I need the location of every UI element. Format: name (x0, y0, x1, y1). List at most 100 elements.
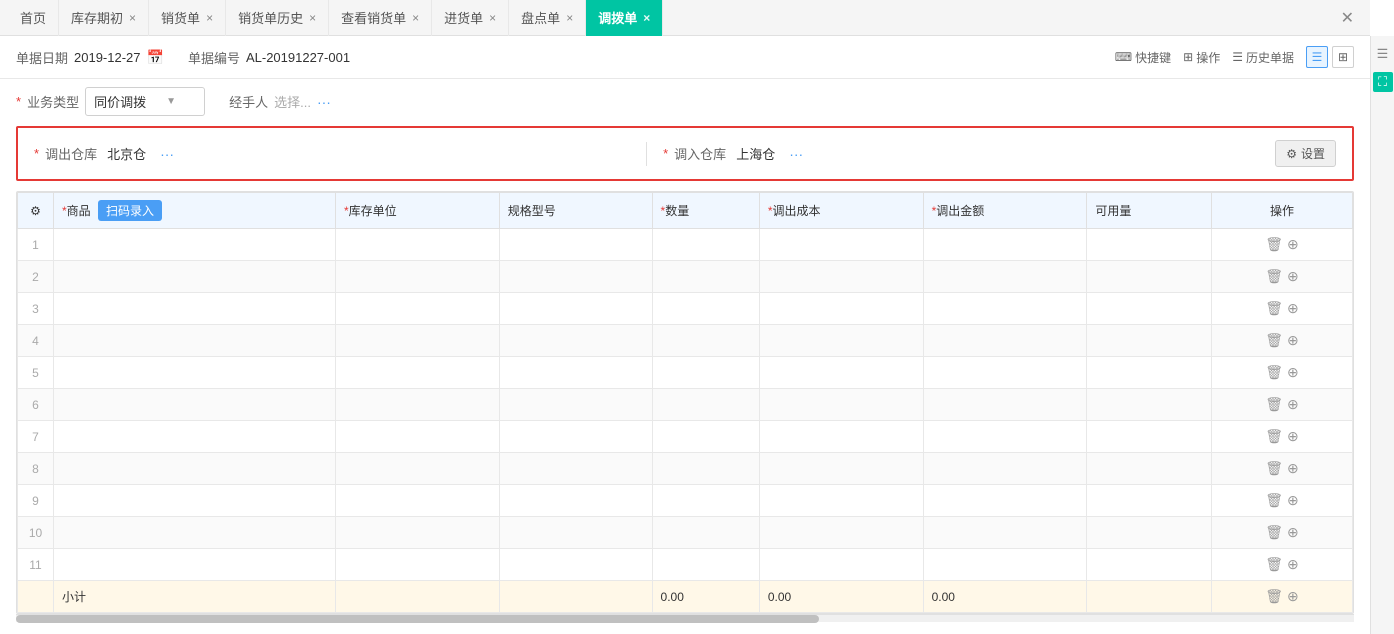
copy-row-icon[interactable]: ⊕ (1287, 492, 1299, 509)
cell-available[interactable] (1087, 485, 1212, 517)
copy-row-icon[interactable]: ⊕ (1287, 300, 1299, 317)
delete-row-icon[interactable]: 🗑 (1265, 396, 1283, 413)
cell-spec[interactable] (499, 421, 652, 453)
tab-inventory-init[interactable]: 库存期初× (59, 0, 149, 36)
cell-unit[interactable] (335, 293, 499, 325)
cell-unit[interactable] (335, 517, 499, 549)
copy-row-icon[interactable]: ⊕ (1287, 396, 1299, 413)
cell-qty[interactable] (652, 357, 759, 389)
cell-qty[interactable] (652, 453, 759, 485)
cell-amount[interactable] (923, 293, 1087, 325)
tab-sales-order[interactable]: 销货单× (149, 0, 226, 36)
settings-column-header[interactable]: ⚙ (18, 193, 54, 229)
cell-amount[interactable] (923, 453, 1087, 485)
cell-cost[interactable] (759, 389, 923, 421)
cell-spec[interactable] (499, 453, 652, 485)
tab-inventory-count[interactable]: 盘点单× (509, 0, 586, 36)
window-close-button[interactable]: ✕ (1333, 8, 1362, 28)
tab-transfer-order[interactable]: 调拨单× (586, 0, 663, 36)
handler-more-button[interactable]: ··· (317, 94, 331, 110)
cell-amount[interactable] (923, 421, 1087, 453)
tab-purchase-order[interactable]: 进货单× (432, 0, 509, 36)
tab-close-sales-order[interactable]: × (206, 11, 213, 25)
cell-spec[interactable] (499, 229, 652, 261)
cell-unit[interactable] (335, 549, 499, 581)
cell-unit[interactable] (335, 389, 499, 421)
cell-qty[interactable] (652, 517, 759, 549)
settings-button[interactable]: ⚙ 设置 (1275, 140, 1336, 167)
cell-product[interactable] (54, 357, 336, 389)
cell-spec[interactable] (499, 293, 652, 325)
cell-spec[interactable] (499, 357, 652, 389)
cell-amount[interactable] (923, 485, 1087, 517)
tab-home[interactable]: 首页 (8, 0, 59, 36)
copy-row-icon[interactable]: ⊕ (1287, 428, 1299, 445)
cell-cost[interactable] (759, 453, 923, 485)
cell-available[interactable] (1087, 261, 1212, 293)
delete-row-icon[interactable]: 🗑 (1265, 332, 1283, 349)
cell-unit[interactable] (335, 421, 499, 453)
cell-qty[interactable] (652, 389, 759, 421)
copy-row-icon[interactable]: ⊕ (1287, 556, 1299, 573)
list-view-button[interactable]: ☰ (1306, 46, 1328, 68)
table-settings-gear-icon[interactable]: ⚙ (30, 204, 41, 218)
copy-row-icon[interactable]: ⊕ (1287, 524, 1299, 541)
delete-row-icon[interactable]: 🗑 (1265, 460, 1283, 477)
cell-available[interactable] (1087, 325, 1212, 357)
cell-available[interactable] (1087, 453, 1212, 485)
cell-unit[interactable] (335, 485, 499, 517)
delete-row-icon[interactable]: 🗑 (1265, 428, 1283, 445)
cell-cost[interactable] (759, 421, 923, 453)
tab-close-purchase-order[interactable]: × (489, 11, 496, 25)
cell-spec[interactable] (499, 549, 652, 581)
cell-available[interactable] (1087, 293, 1212, 325)
cell-cost[interactable] (759, 293, 923, 325)
cell-qty[interactable] (652, 229, 759, 261)
tab-sales-history[interactable]: 销货单历史× (226, 0, 329, 36)
cell-product[interactable] (54, 485, 336, 517)
delete-row-icon[interactable]: 🗑 (1265, 364, 1283, 381)
subtotal-delete-icon[interactable]: 🗑 (1265, 588, 1283, 605)
tab-close-sales-history[interactable]: × (309, 11, 316, 25)
cell-unit[interactable] (335, 261, 499, 293)
cell-amount[interactable] (923, 261, 1087, 293)
cell-amount[interactable] (923, 549, 1087, 581)
cell-unit[interactable] (335, 357, 499, 389)
cell-amount[interactable] (923, 517, 1087, 549)
transfer-out-more-button[interactable]: ··· (160, 146, 174, 162)
cell-cost[interactable] (759, 325, 923, 357)
biz-type-select[interactable]: 同价调拨 ▼ (85, 87, 205, 116)
delete-row-icon[interactable]: 🗑 (1265, 524, 1283, 541)
cell-qty[interactable] (652, 293, 759, 325)
cell-qty[interactable] (652, 549, 759, 581)
delete-row-icon[interactable]: 🗑 (1265, 236, 1283, 253)
copy-row-icon[interactable]: ⊕ (1287, 332, 1299, 349)
horizontal-scrollbar[interactable] (16, 614, 1354, 622)
cell-unit[interactable] (335, 229, 499, 261)
cell-amount[interactable] (923, 325, 1087, 357)
cell-product[interactable] (54, 549, 336, 581)
cell-available[interactable] (1087, 389, 1212, 421)
copy-row-icon[interactable]: ⊕ (1287, 460, 1299, 477)
scroll-thumb[interactable] (16, 615, 819, 623)
cell-product[interactable] (54, 453, 336, 485)
cell-spec[interactable] (499, 325, 652, 357)
cell-spec[interactable] (499, 261, 652, 293)
cell-product[interactable] (54, 229, 336, 261)
cell-available[interactable] (1087, 229, 1212, 261)
cell-product[interactable] (54, 389, 336, 421)
cell-available[interactable] (1087, 517, 1212, 549)
cell-cost[interactable] (759, 517, 923, 549)
cell-qty[interactable] (652, 325, 759, 357)
cell-unit[interactable] (335, 325, 499, 357)
cell-unit[interactable] (335, 453, 499, 485)
delete-row-icon[interactable]: 🗑 (1265, 556, 1283, 573)
grid-view-button[interactable]: ⊞ (1332, 46, 1354, 68)
history-button[interactable]: ☰ 历史单据 (1232, 49, 1294, 66)
tab-close-view-sales[interactable]: × (412, 11, 419, 25)
calendar-icon[interactable]: 📅 (147, 49, 164, 66)
operations-button[interactable]: ⊞ 操作 (1183, 49, 1220, 66)
sidebar-expand-icon[interactable]: ⛶ (1373, 72, 1393, 92)
cell-product[interactable] (54, 293, 336, 325)
cell-spec[interactable] (499, 389, 652, 421)
